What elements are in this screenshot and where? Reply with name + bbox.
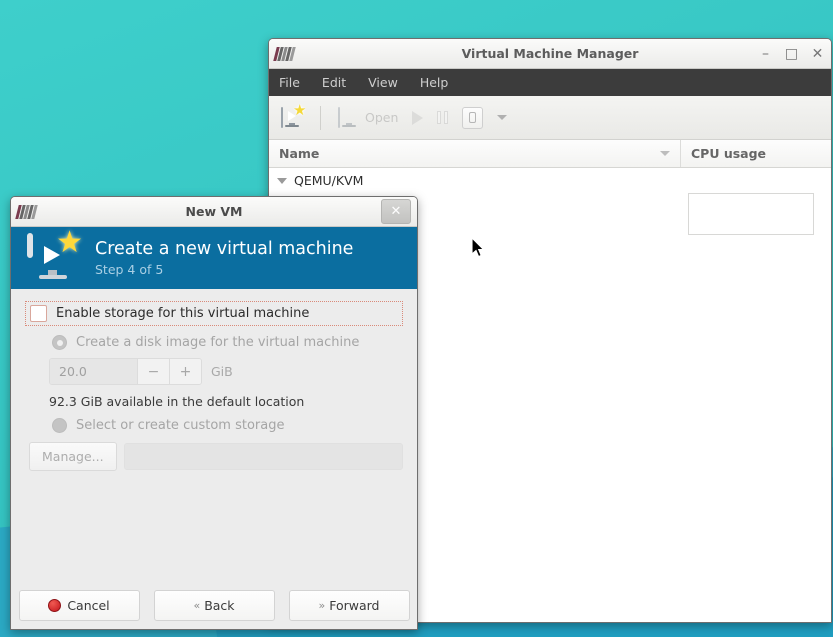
manage-button[interactable]: Manage... — [29, 442, 117, 471]
dialog-footer: Cancel « Back » Forward — [11, 581, 417, 629]
dialog-step-indicator: Step 4 of 5 — [95, 262, 164, 277]
vmm-logo-icon — [273, 46, 296, 61]
stop-icon — [48, 598, 62, 612]
disk-size-decrement-button[interactable]: − — [137, 359, 169, 384]
custom-storage-row: Manage... — [25, 442, 403, 471]
disk-size-input[interactable]: 20.0 — [50, 359, 137, 384]
expander-triangle-icon[interactable] — [277, 177, 287, 184]
sort-descending-icon — [660, 151, 670, 156]
vmm-window-title: Virtual Machine Manager — [461, 46, 639, 61]
dialog-title: New VM — [185, 204, 243, 219]
back-button[interactable]: « Back — [153, 589, 275, 621]
chevron-left-icon: « — [193, 598, 200, 612]
cpu-usage-graph — [688, 193, 814, 235]
chevron-down-icon — [497, 115, 508, 120]
create-disk-image-radio[interactable] — [52, 335, 67, 350]
menu-item-help[interactable]: Help — [420, 75, 449, 90]
run-button[interactable] — [408, 108, 427, 128]
maximize-icon[interactable]: □ — [784, 46, 799, 61]
vm-list-column-headers: Name CPU usage — [269, 140, 831, 168]
pause-icon — [437, 111, 449, 124]
disk-size-row: 20.0 − + GiB — [25, 358, 403, 385]
toolbar-separator — [320, 105, 321, 130]
close-icon[interactable]: ✕ — [381, 199, 411, 224]
table-row[interactable]: QEMU/KVM — [269, 168, 831, 193]
vmm-menubar: File Edit View Help — [269, 69, 831, 96]
column-header-cpu-usage[interactable]: CPU usage — [681, 140, 776, 167]
mouse-pointer — [472, 238, 485, 258]
forward-button[interactable]: » Forward — [288, 589, 410, 621]
minimize-icon[interactable]: – — [758, 46, 773, 61]
forward-button-label: Forward — [329, 597, 380, 613]
custom-storage-radio[interactable] — [52, 418, 67, 433]
enable-storage-checkbox-row[interactable]: Enable storage for this virtual machine — [25, 301, 403, 326]
back-button-label: Back — [204, 597, 235, 613]
column-header-name[interactable]: Name — [269, 140, 681, 167]
vmm-titlebar[interactable]: Virtual Machine Manager – □ ✕ — [269, 39, 831, 69]
dialog-heading: Create a new virtual machine — [95, 239, 354, 259]
available-space-text: 92.3 GiB available in the default locati… — [49, 394, 305, 409]
vmm-logo-icon — [15, 204, 38, 219]
chevron-right-icon: » — [318, 598, 325, 612]
create-disk-image-label: Create a disk image for the virtual mach… — [76, 335, 360, 350]
create-disk-image-radio-row[interactable]: Create a disk image for the virtual mach… — [52, 335, 403, 350]
new-virtual-machine-icon: ★ — [281, 103, 306, 128]
custom-storage-label: Select or create custom storage — [76, 418, 285, 433]
disk-size-unit-label: GiB — [211, 364, 233, 379]
play-icon — [412, 110, 424, 125]
menu-item-view[interactable]: View — [368, 75, 398, 90]
menu-item-file[interactable]: File — [279, 75, 300, 90]
dialog-banner: ★ Create a new virtual machine Step 4 of… — [11, 227, 417, 289]
connection-label: QEMU/KVM — [294, 173, 364, 188]
shutdown-button[interactable] — [458, 104, 487, 132]
monitor-icon — [338, 107, 360, 128]
shutdown-dropdown-button[interactable] — [493, 112, 511, 123]
disk-size-stepper[interactable]: 20.0 − + — [49, 358, 202, 385]
cancel-button[interactable]: Cancel — [18, 589, 140, 621]
vmm-toolbar: ★ Open — [269, 96, 831, 140]
new-vm-dialog: New VM ✕ ★ Create a new virtual machine … — [10, 196, 418, 630]
new-virtual-machine-icon: ★ — [27, 228, 83, 280]
disk-size-increment-button[interactable]: + — [169, 359, 201, 384]
close-icon[interactable]: ✕ — [810, 46, 825, 61]
dialog-titlebar[interactable]: New VM ✕ — [11, 197, 417, 227]
open-button-label: Open — [365, 110, 399, 125]
column-header-cpu-usage-label: CPU usage — [691, 146, 767, 161]
new-virtual-machine-button[interactable]: ★ — [277, 103, 307, 130]
column-header-name-label: Name — [279, 146, 320, 161]
pause-button[interactable] — [433, 108, 452, 127]
enable-storage-label: Enable storage for this virtual machine — [56, 306, 310, 321]
custom-storage-radio-row[interactable]: Select or create custom storage — [52, 418, 403, 433]
vmm-window-controls: – □ ✕ — [758, 46, 825, 61]
enable-storage-checkbox[interactable] — [30, 305, 47, 322]
shutdown-icon — [462, 106, 484, 129]
cancel-button-label: Cancel — [67, 597, 110, 613]
menu-item-edit[interactable]: Edit — [322, 75, 346, 90]
open-button[interactable]: Open — [334, 105, 402, 130]
custom-storage-path-input[interactable] — [123, 443, 403, 470]
dialog-body: Enable storage for this virtual machine … — [11, 289, 417, 471]
